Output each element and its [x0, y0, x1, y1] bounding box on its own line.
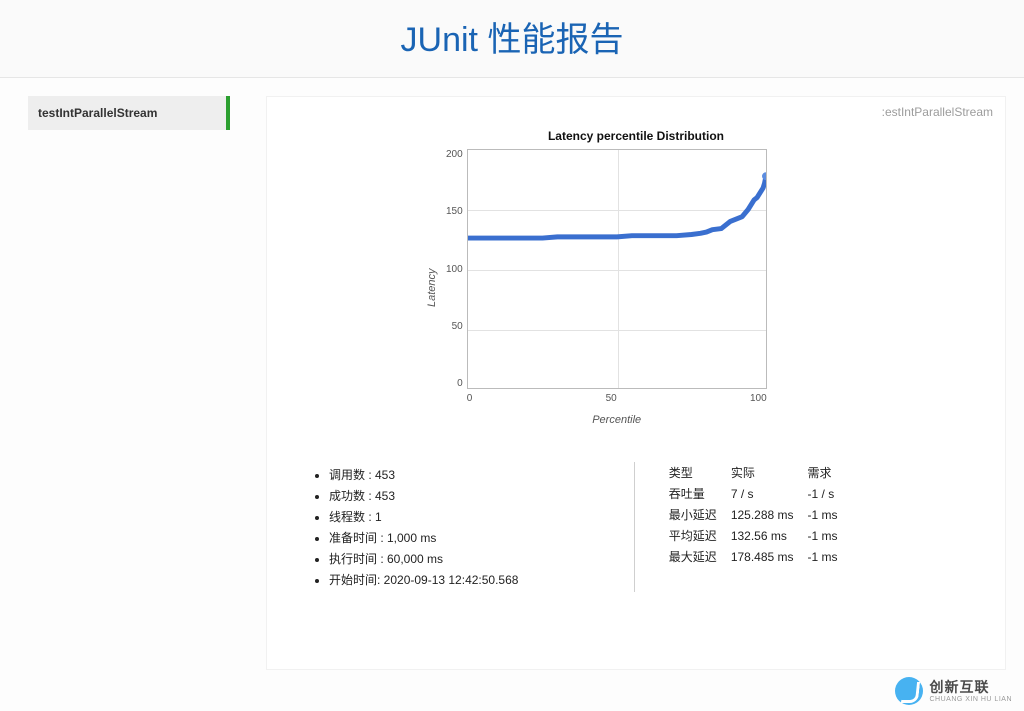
list-item: 准备时间 : 1,000 ms [329, 529, 604, 546]
watermark: 创新互联 CHUANG XIN HU LIAN [895, 677, 1012, 705]
stats-section: 调用数 : 453 成功数 : 453 线程数 : 1 准备时间 : 1,000 ms… [283, 462, 989, 592]
cell-type: 最大延迟 [669, 546, 731, 567]
watermark-text-zh: 创新互联 [929, 680, 1012, 694]
sidebar-item-label: testIntParallelStream [38, 106, 157, 120]
xtick: 100 [750, 393, 767, 404]
ytick: 150 [446, 206, 463, 217]
ytick: 50 [446, 321, 463, 332]
list-item: 线程数 : 1 [329, 508, 604, 525]
cell-actual: 132.56 ms [731, 525, 808, 546]
table-row: 类型 实际 需求 [669, 462, 852, 483]
chart-xticks: 0 50 100 [467, 393, 767, 404]
cell-actual: 178.485 ms [731, 546, 808, 567]
cell-type: 最小延迟 [669, 504, 731, 525]
list-item: 执行时间 : 60,000 ms [329, 550, 604, 567]
cell-required: -1 / s [808, 483, 852, 504]
test-name-tag: :estIntParallelStream [882, 105, 993, 119]
chart-end-point [762, 172, 766, 180]
ytick: 200 [446, 149, 463, 160]
cell-required: -1 ms [808, 504, 852, 525]
sidebar-item-test[interactable]: testIntParallelStream [28, 96, 230, 130]
chart-series-line [468, 176, 766, 238]
xtick: 50 [606, 393, 617, 404]
cell-required: -1 ms [808, 546, 852, 567]
watermark-text-en: CHUANG XIN HU LIAN [929, 696, 1012, 703]
page-title: JUnit 性能报告 [0, 12, 1024, 61]
chart-ylabel: Latency [426, 149, 442, 426]
page-header: JUnit 性能报告 [0, 0, 1024, 78]
cell-actual: 125.288 ms [731, 504, 808, 525]
table-row: 最小延迟125.288 ms-1 ms [669, 504, 852, 525]
chart-plot-area [467, 149, 767, 389]
sidebar: testIntParallelStream [28, 96, 230, 670]
ytick: 0 [446, 378, 463, 389]
th-type: 类型 [669, 462, 731, 483]
latency-chart: Latency percentile Distribution Latency … [426, 129, 846, 426]
chart-yticks: 200 150 100 50 0 [442, 149, 467, 389]
list-item: 调用数 : 453 [329, 466, 604, 483]
list-item: 开始时间: 2020-09-13 12:42:50.568 [329, 571, 604, 588]
watermark-logo-icon [895, 677, 923, 705]
cell-type: 吞吐量 [669, 483, 731, 504]
chart-title: Latency percentile Distribution [426, 129, 846, 143]
stats-right: 类型 实际 需求 吞吐量7 / s-1 / s最小延迟125.288 ms-1 … [634, 462, 979, 592]
stats-table: 类型 实际 需求 吞吐量7 / s-1 / s最小延迟125.288 ms-1 … [669, 462, 852, 567]
th-required: 需求 [808, 462, 852, 483]
cell-required: -1 ms [808, 525, 852, 546]
main-panel: :estIntParallelStream Latency percentile… [266, 96, 1006, 670]
table-row: 吞吐量7 / s-1 / s [669, 483, 852, 504]
cell-type: 平均延迟 [669, 525, 731, 546]
table-row: 最大延迟178.485 ms-1 ms [669, 546, 852, 567]
th-actual: 实际 [731, 462, 808, 483]
xtick: 0 [467, 393, 473, 404]
cell-actual: 7 / s [731, 483, 808, 504]
list-item: 成功数 : 453 [329, 487, 604, 504]
stats-left: 调用数 : 453 成功数 : 453 线程数 : 1 准备时间 : 1,000 ms… [309, 462, 604, 592]
chart-xlabel: Percentile [467, 414, 767, 426]
ytick: 100 [446, 264, 463, 275]
table-row: 平均延迟132.56 ms-1 ms [669, 525, 852, 546]
